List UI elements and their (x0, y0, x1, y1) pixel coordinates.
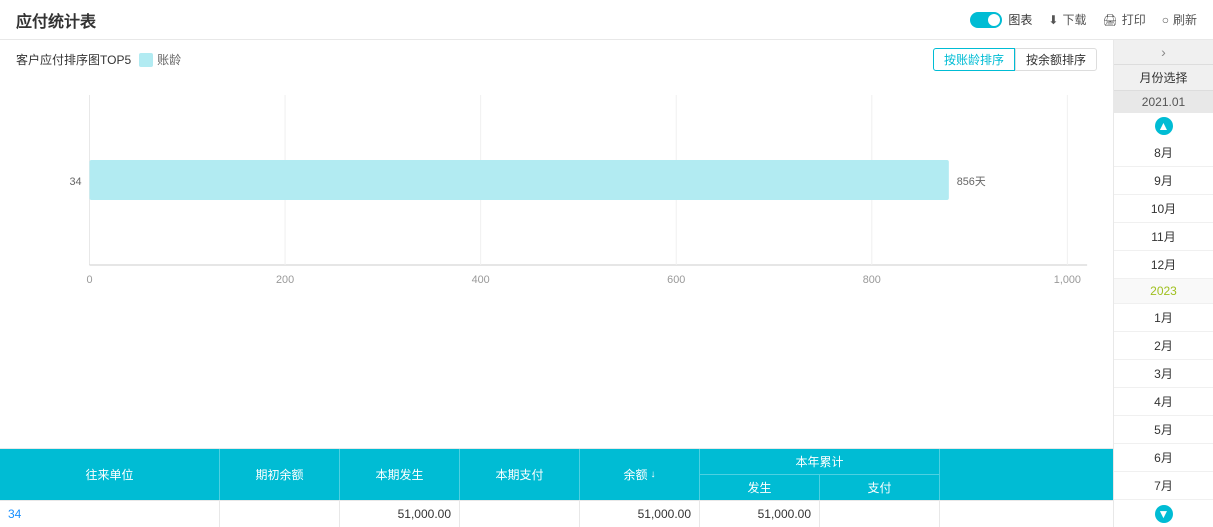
sidebar-month-1[interactable]: 1月 (1114, 304, 1213, 332)
sort-buttons: 按账龄排序 按余额排序 (933, 48, 1097, 71)
refresh-button[interactable]: ○ 刷新 (1162, 11, 1197, 28)
th-yearly-pay: 支付 (820, 475, 939, 500)
svg-text:856天: 856天 (957, 176, 986, 188)
td-balance: 51,000.00 (580, 501, 700, 527)
td-pay (460, 501, 580, 527)
sidebar-year-2023[interactable]: 2023 (1114, 279, 1213, 304)
sidebar-nav-up[interactable]: ▲ (1114, 113, 1213, 139)
legend-text: 客户应付排序图TOP5 (16, 51, 131, 68)
print-button[interactable]: 🖨 打印 (1102, 11, 1145, 28)
sidebar-month-2[interactable]: 2月 (1114, 332, 1213, 360)
svg-text:0: 0 (86, 274, 92, 286)
download-icon: ⬇ (1048, 13, 1058, 27)
chart-toggle-wrap[interactable]: 图表 (970, 11, 1032, 28)
th-yearly-occur: 发生 (700, 475, 820, 500)
th-unit: 往来单位 (0, 449, 220, 500)
sidebar-nav-down[interactable]: ▼ (1114, 501, 1213, 527)
legend-item-label: 账龄 (157, 51, 181, 68)
chart-toolbar: 客户应付排序图TOP5 账龄 按账龄排序 按余额排序 (0, 40, 1113, 75)
sidebar-month-8[interactable]: 8月 (1114, 139, 1213, 167)
header-actions: 图表 ⬇ 下载 🖨 打印 ○ 刷新 (970, 11, 1197, 28)
print-icon: 🖨 (1102, 13, 1117, 27)
sidebar-month-11[interactable]: 11月 (1114, 223, 1213, 251)
unit-link[interactable]: 34 (8, 507, 21, 521)
table-row: 34 51,000.00 51,000.00 51,000.00 (0, 500, 1113, 527)
legend-item: 账龄 (139, 51, 181, 68)
chart-svg: 0 200 400 600 800 1,000 34 (50, 85, 1097, 305)
sidebar-month-7[interactable]: 7月 (1114, 472, 1213, 500)
td-yearly-pay (820, 501, 940, 527)
svg-text:800: 800 (863, 274, 881, 286)
print-label: 打印 (1122, 11, 1146, 28)
legend-dot (139, 53, 153, 67)
td-yearly-occur: 51,000.00 (700, 501, 820, 527)
sidebar-month-6[interactable]: 6月 (1114, 444, 1213, 472)
svg-text:200: 200 (276, 274, 294, 286)
download-button[interactable]: ⬇ 下载 (1048, 11, 1086, 28)
sort-by-amount-button[interactable]: 按余额排序 (1015, 48, 1097, 71)
svg-text:400: 400 (472, 274, 490, 286)
refresh-label: 刷新 (1173, 11, 1197, 28)
sidebar-month-3[interactable]: 3月 (1114, 360, 1213, 388)
sidebar-header: 月份选择 (1114, 65, 1213, 91)
balance-sort-icon[interactable]: ↓ (651, 469, 656, 480)
sidebar: › 月份选择 2021.01 ▲ 8月 9月 10月 11月 12月 2023 … (1113, 40, 1213, 527)
td-occur: 51,000.00 (340, 501, 460, 527)
sidebar-month-10[interactable]: 10月 (1114, 195, 1213, 223)
toggle-label: 图表 (1008, 11, 1032, 28)
chart-legend: 客户应付排序图TOP5 账龄 (16, 51, 181, 68)
td-period (220, 501, 340, 527)
chevron-down-icon[interactable]: ▼ (1155, 505, 1173, 523)
sort-by-balance-button[interactable]: 按账龄排序 (933, 48, 1015, 71)
svg-text:600: 600 (667, 274, 685, 286)
svg-text:34: 34 (70, 176, 82, 188)
table-section: 往来单位 期初余额 本期发生 本期支付 余额 ↓ 本年累计 发生 支付 (0, 448, 1113, 527)
page-title: 应付统计表 (16, 8, 96, 32)
refresh-icon: ○ (1162, 13, 1169, 27)
sidebar-month-12[interactable]: 12月 (1114, 251, 1213, 279)
th-pay: 本期支付 (460, 449, 580, 500)
th-occur: 本期发生 (340, 449, 460, 500)
th-balance: 余额 ↓ (580, 449, 700, 500)
th-yearly-title: 本年累计 (700, 449, 939, 475)
sidebar-current-date: 2021.01 (1114, 91, 1213, 113)
download-label: 下载 (1062, 11, 1086, 28)
svg-text:1,000: 1,000 (1054, 274, 1081, 286)
chart-container: 0 200 400 600 800 1,000 34 (0, 75, 1113, 448)
chart-toggle[interactable] (970, 12, 1002, 28)
sidebar-month-4[interactable]: 4月 (1114, 388, 1213, 416)
th-period: 期初余额 (220, 449, 340, 500)
table-header-row: 往来单位 期初余额 本期发生 本期支付 余额 ↓ 本年累计 发生 支付 (0, 449, 1113, 500)
td-unit: 34 (0, 501, 220, 527)
chevron-up-icon[interactable]: ▲ (1155, 117, 1173, 135)
th-yearly-subs: 发生 支付 (700, 475, 939, 500)
sidebar-collapse-button[interactable]: › (1114, 40, 1213, 65)
sidebar-month-5[interactable]: 5月 (1114, 416, 1213, 444)
sidebar-scroll[interactable]: 8月 9月 10月 11月 12月 2023 1月 2月 3月 4月 5月 6月… (1114, 139, 1213, 501)
sidebar-month-9[interactable]: 9月 (1114, 167, 1213, 195)
th-yearly-group: 本年累计 发生 支付 (700, 449, 940, 500)
